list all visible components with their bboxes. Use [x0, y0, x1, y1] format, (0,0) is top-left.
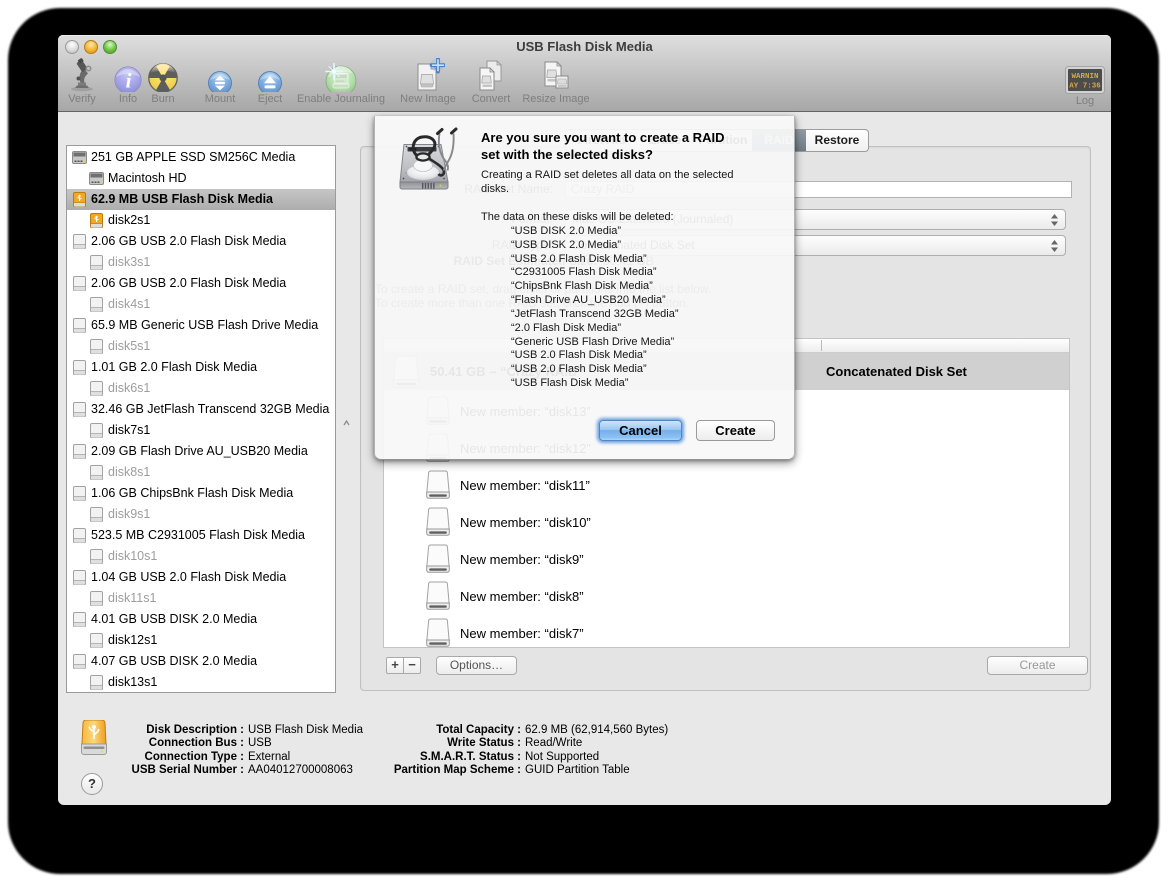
svg-text:i: i	[126, 69, 132, 93]
svg-text:WARNIN: WARNIN	[1071, 73, 1098, 81]
svg-text:AY 7:36: AY 7:36	[1069, 83, 1101, 91]
